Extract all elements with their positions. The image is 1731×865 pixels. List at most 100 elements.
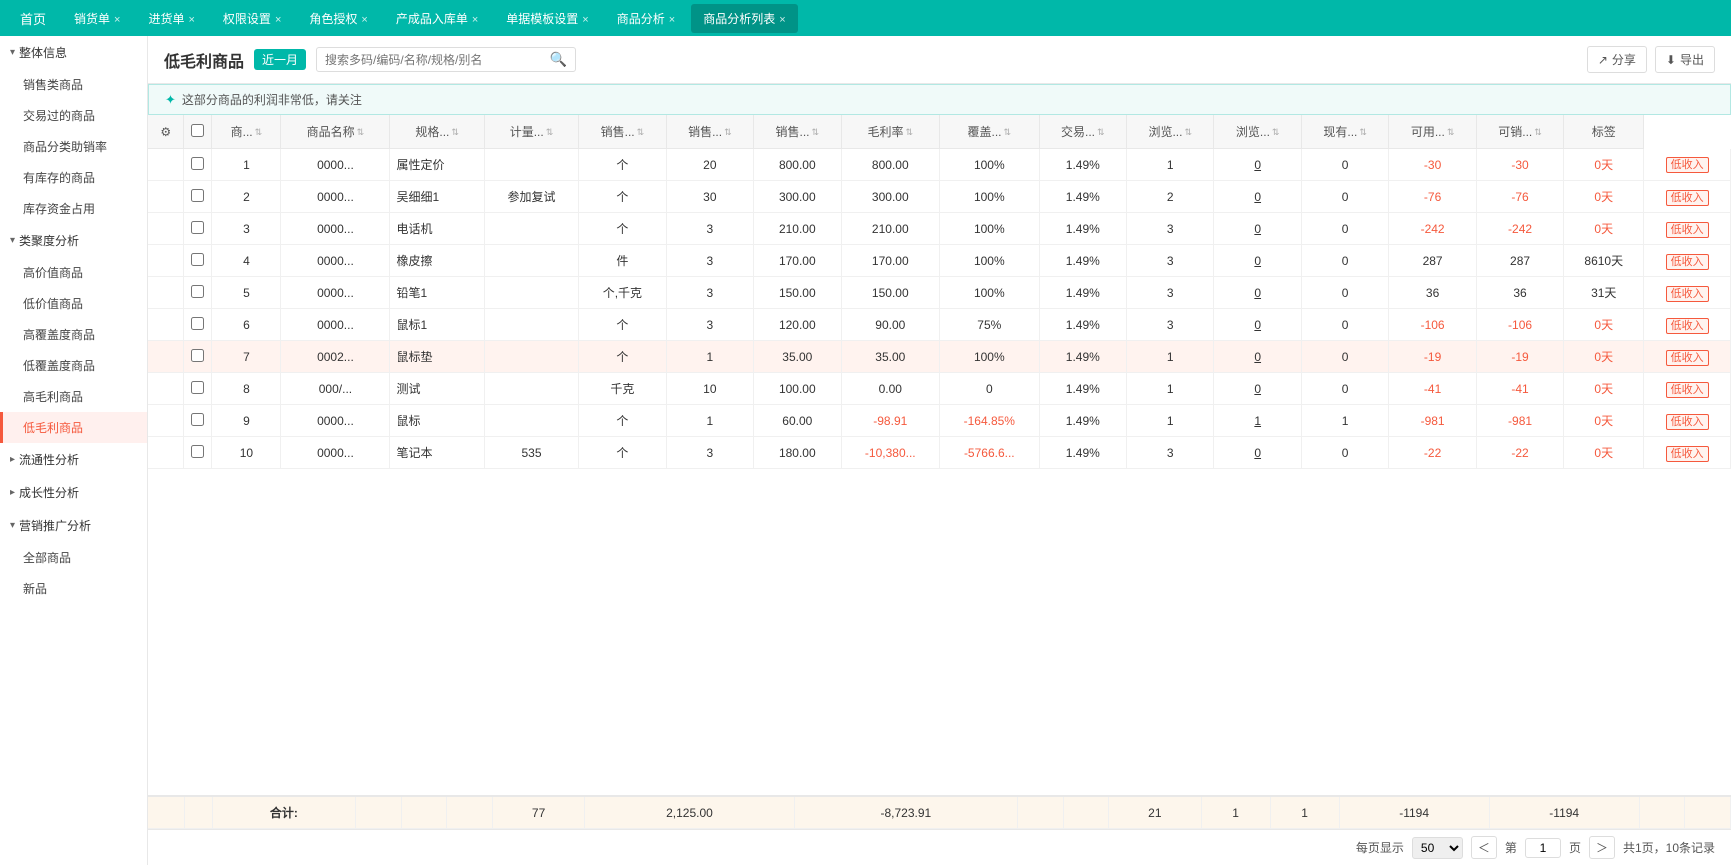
search-input[interactable] <box>325 53 546 67</box>
views-link[interactable]: 1 <box>1254 414 1261 428</box>
row-select-checkbox[interactable] <box>191 349 204 362</box>
nav-close-icon[interactable]: × <box>582 14 588 26</box>
nav-sales-order[interactable]: 销货单× <box>62 4 132 33</box>
row-checkbox[interactable] <box>184 277 212 309</box>
row-select-checkbox[interactable] <box>191 381 204 394</box>
sort-icon: ⇅ <box>546 127 554 138</box>
row-select-checkbox[interactable] <box>191 221 204 234</box>
sidebar-item-low-margin[interactable]: 低毛利商品 <box>0 412 147 443</box>
nav-close-icon[interactable]: × <box>779 14 785 26</box>
nav-close-icon[interactable]: × <box>275 14 281 26</box>
sidebar-group-cluster[interactable]: ▾ 类聚度分析 <box>0 224 147 257</box>
nav-close-icon[interactable]: × <box>472 14 478 26</box>
col-code[interactable]: 商...⇅ <box>212 115 281 149</box>
row-select-checkbox[interactable] <box>191 413 204 426</box>
row-checkbox[interactable] <box>184 373 212 405</box>
row-sales-profit: -98.91 <box>841 405 940 437</box>
col-unit[interactable]: 计量...⇅ <box>484 115 578 149</box>
col-settings[interactable]: ⚙ <box>148 115 184 149</box>
col-stock-current[interactable]: 现有...⇅ <box>1301 115 1388 149</box>
col-stock-saleable[interactable]: 可销...⇅ <box>1476 115 1563 149</box>
sidebar-group-marketing[interactable]: ▾ 营销推广分析 <box>0 509 147 542</box>
col-stock-available[interactable]: 可用...⇅ <box>1389 115 1476 149</box>
row-checkbox[interactable] <box>184 149 212 181</box>
col-views2[interactable]: 浏览...⇅ <box>1214 115 1301 149</box>
sidebar-item-all-products[interactable]: 全部商品 <box>0 542 147 573</box>
col-coverage[interactable]: 覆盖...⇅ <box>940 115 1040 149</box>
page-number-input[interactable] <box>1525 838 1561 858</box>
nav-role-auth[interactable]: 角色授权× <box>297 4 379 33</box>
nav-home[interactable]: 首页 <box>8 3 58 34</box>
nav-close-icon[interactable]: × <box>361 14 367 26</box>
sidebar-item-inventory-capital[interactable]: 库存资金占用 <box>0 193 147 224</box>
sidebar-group-circulation[interactable]: ▸ 流通性分析 <box>0 443 147 476</box>
col-gross-rate[interactable]: 毛利率⇅ <box>841 115 940 149</box>
nav-close-icon[interactable]: × <box>669 14 675 26</box>
col-views1[interactable]: 浏览...⇅ <box>1127 115 1214 149</box>
sidebar-item-traded-products[interactable]: 交易过的商品 <box>0 100 147 131</box>
nav-product-entry[interactable]: 产成品入库单× <box>384 4 490 33</box>
sidebar-item-low-coverage[interactable]: 低覆盖度商品 <box>0 350 147 381</box>
share-button[interactable]: ↗ 分享 <box>1587 46 1647 73</box>
nav-close-icon[interactable]: × <box>114 14 120 26</box>
nav-template-settings[interactable]: 单据模板设置× <box>494 4 600 33</box>
col-sales-price[interactable]: 销售...⇅ <box>666 115 753 149</box>
page-size-select[interactable]: 50 100 200 <box>1412 837 1463 859</box>
sidebar-item-high-value[interactable]: 高价值商品 <box>0 257 147 288</box>
col-sales-qty[interactable]: 销售...⇅ <box>579 115 666 149</box>
views-link[interactable]: 0 <box>1254 222 1261 236</box>
col-name[interactable]: 商品名称⇅ <box>281 115 390 149</box>
sidebar-group-overall[interactable]: ▾ 整体信息 <box>0 36 147 69</box>
row-checkbox[interactable] <box>184 181 212 213</box>
nav-permissions[interactable]: 权限设置× <box>211 4 293 33</box>
row-select-checkbox[interactable] <box>191 157 204 170</box>
col-sales-profit[interactable]: 销售...⇅ <box>754 115 841 149</box>
row-select-checkbox[interactable] <box>191 445 204 458</box>
col-checkbox[interactable] <box>184 115 212 149</box>
row-checkbox[interactable] <box>184 437 212 469</box>
sidebar-item-category-sales-rate[interactable]: 商品分类助销率 <box>0 131 147 162</box>
row-checkbox[interactable] <box>184 309 212 341</box>
sidebar-group-growth[interactable]: ▸ 成长性分析 <box>0 476 147 509</box>
row-views2: 0 <box>1301 373 1388 405</box>
row-select-checkbox[interactable] <box>191 253 204 266</box>
row-checkbox[interactable] <box>184 213 212 245</box>
views-link[interactable]: 0 <box>1254 446 1261 460</box>
views-link[interactable]: 0 <box>1254 382 1261 396</box>
sidebar-item-high-coverage[interactable]: 高覆盖度商品 <box>0 319 147 350</box>
row-unit: 个 <box>579 181 666 213</box>
row-select-checkbox[interactable] <box>191 285 204 298</box>
sidebar-item-stocked-products[interactable]: 有库存的商品 <box>0 162 147 193</box>
col-transactions[interactable]: 交易...⇅ <box>1039 115 1126 149</box>
nav-product-analysis[interactable]: 商品分析× <box>605 4 687 33</box>
views-link[interactable]: 0 <box>1254 190 1261 204</box>
prev-page-button[interactable]: ＜ <box>1471 836 1497 859</box>
views-link[interactable]: 0 <box>1254 254 1261 268</box>
nav-product-analysis-list[interactable]: 商品分析列表× <box>691 4 797 33</box>
views-link[interactable]: 0 <box>1254 318 1261 332</box>
select-all-checkbox[interactable] <box>191 124 204 137</box>
col-spec[interactable]: 规格...⇅ <box>390 115 484 149</box>
next-page-button[interactable]: ＞ <box>1589 836 1615 859</box>
sidebar-item-sales-products[interactable]: 销售类商品 <box>0 69 147 100</box>
search-icon[interactable]: 🔍 <box>550 51 567 68</box>
nav-purchase-order[interactable]: 进货单× <box>136 4 206 33</box>
row-tag: 低收入 <box>1644 213 1731 245</box>
export-button[interactable]: ⬇ 导出 <box>1655 46 1715 73</box>
views-link[interactable]: 0 <box>1254 350 1261 364</box>
views-link[interactable]: 0 <box>1254 286 1261 300</box>
sidebar-item-low-value[interactable]: 低价值商品 <box>0 288 147 319</box>
sidebar-item-high-margin[interactable]: 高毛利商品 <box>0 381 147 412</box>
row-checkbox[interactable] <box>184 341 212 373</box>
row-checkbox[interactable] <box>184 245 212 277</box>
row-checkbox[interactable] <box>184 405 212 437</box>
row-select-checkbox[interactable] <box>191 317 204 330</box>
time-badge[interactable]: 近一月 <box>254 49 306 70</box>
sidebar-item-new-products[interactable]: 新品 <box>0 573 147 604</box>
chevron-down-icon: ▾ <box>10 520 15 531</box>
views-link[interactable]: 0 <box>1254 158 1261 172</box>
sort-icon: ⇅ <box>1447 127 1455 138</box>
search-box[interactable]: 🔍 <box>316 47 576 72</box>
row-select-checkbox[interactable] <box>191 189 204 202</box>
nav-close-icon[interactable]: × <box>188 14 194 26</box>
